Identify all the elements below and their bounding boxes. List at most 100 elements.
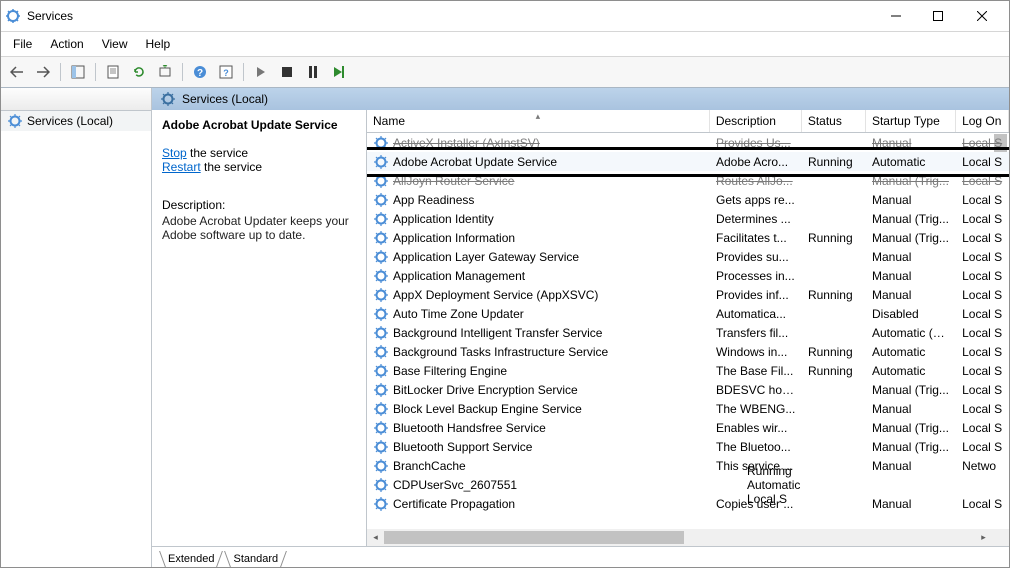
forward-button[interactable] [31,60,55,84]
console-tree-pane[interactable]: Services (Local) [1,88,152,567]
services-window: Services File Action View Help ? ? [0,0,1010,568]
service-row[interactable]: BranchCacheThis service ...ManualNetwo [367,456,1009,475]
service-rows[interactable]: ActiveX Installer (AxInstSV)Provides Us.… [367,133,1009,529]
properties-button[interactable] [101,60,125,84]
minimize-button[interactable] [875,1,917,31]
details-header: Services (Local) [152,88,1009,110]
scroll-right-arrow[interactable]: ▸ [975,529,992,546]
service-row[interactable]: Bluetooth Handsfree ServiceEnables wir..… [367,418,1009,437]
column-header-name[interactable]: Name▴ [367,110,710,132]
refresh-button[interactable] [127,60,151,84]
restart-service-link[interactable]: Restart [162,160,201,174]
back-button[interactable] [5,60,29,84]
column-header-status[interactable]: Status [802,110,866,132]
cell-description: The Base Fil... [710,364,802,378]
cell-status: Running [802,364,866,378]
cell-name: Application Layer Gateway Service [367,249,710,265]
start-service-button[interactable] [249,60,273,84]
menu-view[interactable]: View [94,35,136,53]
cell-description: Determines ... [710,212,802,226]
cell-description: Gets apps re... [710,193,802,207]
cell-name: Block Level Backup Engine Service [367,401,710,417]
help-button-2[interactable]: ? [214,60,238,84]
stop-service-link[interactable]: Stop [162,146,187,160]
cell-description: Processes in... [710,269,802,283]
export-list-button[interactable] [153,60,177,84]
maximize-button[interactable] [917,1,959,31]
service-row[interactable]: App ReadinessGets apps re...ManualLocal … [367,190,1009,209]
column-header-startup-type[interactable]: Startup Type [866,110,956,132]
service-row[interactable]: Application IdentityDetermines ...Manual… [367,209,1009,228]
cell-startup-type: Manual (Trig... [866,231,956,245]
service-row[interactable]: Background Intelligent Transfer ServiceT… [367,323,1009,342]
cell-description: Provides Us... [710,136,802,150]
service-row[interactable]: Certificate PropagationCopies user ...Ma… [367,494,1009,513]
cell-description: Copies user ... [710,497,802,511]
service-row[interactable]: ActiveX Installer (AxInstSV)Provides Us.… [367,133,1009,152]
service-row[interactable]: Application InformationFacilitates t...R… [367,228,1009,247]
cell-description: Routes AllJo... [710,174,802,188]
cell-description: Enables wir... [710,421,802,435]
restart-service-button[interactable] [327,60,351,84]
tab-standard[interactable]: Standard [223,551,288,567]
tree-item-services-local[interactable]: Services (Local) [1,111,151,131]
service-row[interactable]: AllJoyn Router ServiceRoutes AllJo...Man… [367,171,1009,190]
show-hide-tree-button[interactable] [66,60,90,84]
cell-logon: Local S [956,155,1009,169]
description-column: Adobe Acrobat Update Service Stop the se… [152,110,367,546]
column-header-description[interactable]: Description [710,110,802,132]
cell-description: BDESVC hos... [710,383,802,397]
pause-service-button[interactable] [301,60,325,84]
svg-text:?: ? [197,68,203,79]
menu-help[interactable]: Help [138,35,179,53]
description-text: Adobe Acrobat Updater keeps your Adobe s… [162,214,356,242]
titlebar[interactable]: Services [1,1,1009,32]
menu-file[interactable]: File [5,35,40,53]
details-header-label: Services (Local) [182,92,268,106]
sort-ascending-icon: ▴ [536,111,541,122]
cell-name: Background Tasks Infrastructure Service [367,344,710,360]
column-header-logon[interactable]: Log On [956,110,1009,132]
toolbar-separator [95,63,96,81]
gear-icon [373,287,389,303]
service-row[interactable]: AppX Deployment Service (AppXSVC)Provide… [367,285,1009,304]
service-row[interactable]: Background Tasks Infrastructure ServiceW… [367,342,1009,361]
cell-logon: Local S [956,402,1009,416]
view-tabs: Extended Standard [152,546,1009,567]
service-row[interactable]: Block Level Backup Engine ServiceThe WBE… [367,399,1009,418]
service-row[interactable]: Application ManagementProcesses in...Man… [367,266,1009,285]
cell-startup-type: Manual (Trig... [866,440,956,454]
cell-name: Background Intelligent Transfer Service [367,325,710,341]
help-button[interactable]: ? [188,60,212,84]
service-row[interactable]: Application Layer Gateway ServiceProvide… [367,247,1009,266]
menu-action[interactable]: Action [42,35,91,53]
cell-status: Running [802,288,866,302]
cell-startup-type: Manual (Trig... [866,421,956,435]
gear-icon [373,306,389,322]
cell-startup-type: Manual (Trig... [866,383,956,397]
stop-service-button[interactable] [275,60,299,84]
service-row[interactable]: Auto Time Zone UpdaterAutomatica...Disab… [367,304,1009,323]
close-button[interactable] [959,1,1005,31]
cell-startup-type: Manual [866,288,956,302]
cell-startup-type: Disabled [866,307,956,321]
service-row[interactable]: Base Filtering EngineThe Base Fil...Runn… [367,361,1009,380]
cell-description: Facilitates t... [710,231,802,245]
cell-name: Application Management [367,268,710,284]
scrollbar-thumb[interactable] [384,531,684,544]
cell-startup-type: Manual [866,402,956,416]
cell-status: Running [802,155,866,169]
service-row[interactable]: CDPUserSvc_2607551RunningAutomaticLocal … [367,475,1009,494]
window-buttons [875,1,1005,31]
gear-icon [373,230,389,246]
scroll-left-arrow[interactable]: ◂ [367,529,384,546]
horizontal-scrollbar[interactable]: ◂ ▸ [367,529,1009,546]
gear-icon [373,420,389,436]
cell-startup-type: Manual [866,459,956,473]
service-row[interactable]: Bluetooth Support ServiceThe Bluetoo...M… [367,437,1009,456]
tree-header [1,88,151,111]
cell-startup-type: Automatic [866,364,956,378]
service-row[interactable]: Adobe Acrobat Update ServiceAdobe Acro..… [367,152,1009,171]
cell-logon: Local S [956,421,1009,435]
service-row[interactable]: BitLocker Drive Encryption ServiceBDESVC… [367,380,1009,399]
